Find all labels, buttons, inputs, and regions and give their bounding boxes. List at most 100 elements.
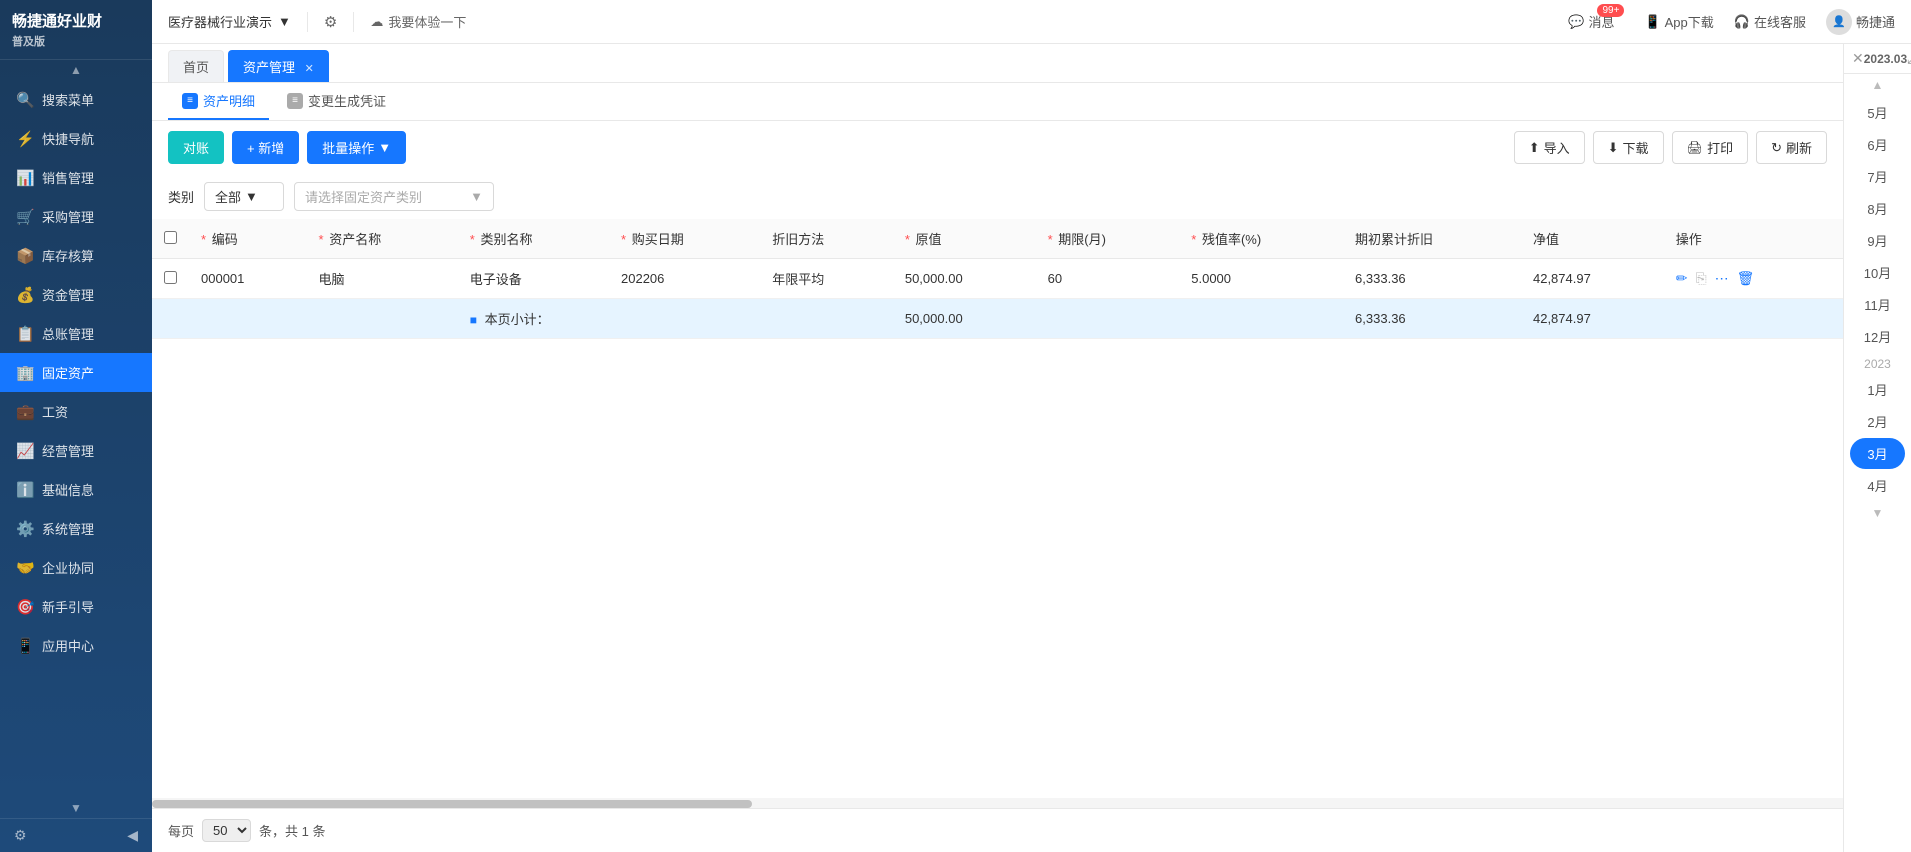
- user-menu[interactable]: 👤 畅捷通: [1826, 9, 1895, 35]
- row-net-value: 42,874.97: [1521, 259, 1664, 299]
- payroll-icon: 💼: [16, 403, 34, 421]
- table-header-row: * 编码 * 资产名称 * 类别名称: [152, 219, 1843, 259]
- calendar-up-arrow[interactable]: ▲: [1872, 74, 1884, 96]
- cal-month-7[interactable]: 7月: [1850, 161, 1905, 192]
- tab-asset-mgmt[interactable]: 资产管理 ✕: [228, 50, 329, 82]
- purchase-icon: 🛒: [16, 208, 34, 226]
- company-selector[interactable]: 医疗器械行业演示 ▼: [168, 12, 291, 31]
- table-wrap: * 编码 * 资产名称 * 类别名称: [152, 219, 1843, 798]
- reconcile-button[interactable]: 对账: [168, 131, 224, 164]
- cal-month-10[interactable]: 10月: [1850, 257, 1905, 288]
- sidebar-item-label: 总账管理: [42, 324, 94, 343]
- app-name: 畅捷通好业财: [12, 10, 140, 31]
- sidebar-item-label: 资金管理: [42, 285, 94, 304]
- content: 首页 资产管理 ✕ ≡ 资产明细 ≡ 变更生成凭证: [152, 44, 1911, 852]
- system-icon: ⚙️: [16, 520, 34, 538]
- sidebar-item-label: 销售管理: [42, 168, 94, 187]
- import-label: 导入: [1544, 138, 1570, 157]
- horizontal-scrollbar[interactable]: [152, 798, 1843, 808]
- sub-tab-asset-detail[interactable]: ≡ 资产明细: [168, 83, 269, 120]
- sidebar-item-capital[interactable]: 💰 资金管理: [0, 275, 152, 314]
- sidebar-item-fixed-assets[interactable]: 🏢 固定资产: [0, 353, 152, 392]
- calendar-down-arrow[interactable]: ▼: [1872, 502, 1884, 524]
- sidebar-item-app-center[interactable]: 📱 应用中心: [0, 626, 152, 665]
- sidebar-item-label: 快捷导航: [42, 129, 94, 148]
- sidebar-item-guide[interactable]: 🎯 新手引导: [0, 587, 152, 626]
- online-service-button[interactable]: 🎧 在线客服: [1734, 12, 1806, 31]
- cal-month-6[interactable]: 6月: [1850, 129, 1905, 160]
- guide-icon: 🎯: [16, 598, 34, 616]
- subtotal-row: ■ 本页小计： 50,000.00 6,333.36 42,874.97: [152, 299, 1843, 339]
- category-filter-select[interactable]: 全部 ▼: [204, 182, 284, 211]
- settings-icon[interactable]: ⚙: [14, 827, 27, 844]
- tab-home-label: 首页: [183, 60, 209, 75]
- experience-button[interactable]: ☁ 我要体验一下: [370, 12, 466, 31]
- sub-tab-change-voucher[interactable]: ≡ 变更生成凭证: [273, 83, 400, 120]
- sidebar-item-purchase[interactable]: 🛒 采购管理: [0, 197, 152, 236]
- app-download-button[interactable]: 📱 App下载: [1644, 12, 1713, 31]
- subtotal-empty7: [1664, 299, 1843, 339]
- row-operations: ✏ ⎘ ⋯ 🗑: [1664, 259, 1843, 299]
- download-button[interactable]: ⬇ 下载: [1593, 131, 1664, 164]
- scrollbar-thumb[interactable]: [152, 800, 752, 808]
- select-all-checkbox[interactable]: [164, 231, 177, 244]
- import-button[interactable]: ⬆ 导入: [1514, 131, 1585, 164]
- copy-icon[interactable]: ⎘: [1695, 270, 1706, 287]
- cal-month-12[interactable]: 12月: [1850, 321, 1905, 352]
- row-checkbox[interactable]: [164, 271, 177, 284]
- per-page-select[interactable]: 50: [202, 819, 251, 842]
- panel-close-icon[interactable]: ✕: [1852, 50, 1864, 67]
- category-type-select[interactable]: 请选择固定资产类别 ▼: [294, 182, 494, 211]
- experience-label: 我要体验一下: [388, 12, 466, 31]
- refresh-icon: ↻: [1771, 140, 1782, 156]
- th-depreciation-method: 折旧方法: [760, 219, 893, 259]
- sidebar-item-system[interactable]: ⚙️ 系统管理: [0, 509, 152, 548]
- sidebar-item-quick-nav[interactable]: ⚡ 快捷导航: [0, 119, 152, 158]
- sidebar-item-payroll[interactable]: 💼 工资: [0, 392, 152, 431]
- row-name: 电脑: [307, 259, 458, 299]
- tab-home[interactable]: 首页: [168, 50, 224, 82]
- message-button[interactable]: 💬 消息 99+: [1568, 12, 1614, 31]
- sidebar-scroll-down[interactable]: ▼: [0, 798, 152, 818]
- sidebar-item-enterprise[interactable]: 🤝 企业协同: [0, 548, 152, 587]
- sidebar-nav: 🔍 搜索菜单 ⚡ 快捷导航 📊 销售管理 🛒 采购管理 📦 库存核算 💰 资金管…: [0, 80, 152, 798]
- refresh-button[interactable]: ↻ 刷新: [1756, 131, 1827, 164]
- cal-month-3[interactable]: 3月: [1850, 438, 1905, 469]
- sidebar-item-basic-info[interactable]: ℹ️ 基础信息: [0, 470, 152, 509]
- tab-asset-mgmt-label: 资产管理: [243, 60, 295, 75]
- print-button[interactable]: 🖨 打印: [1672, 131, 1749, 164]
- sidebar-item-sales[interactable]: 📊 销售管理: [0, 158, 152, 197]
- cal-month-8[interactable]: 8月: [1850, 193, 1905, 224]
- topbar-gear-icon[interactable]: ⚙: [324, 13, 337, 31]
- edit-icon[interactable]: ✏: [1676, 270, 1688, 287]
- page-tabs: 首页 资产管理 ✕: [152, 44, 1843, 83]
- more-icon[interactable]: ⋯: [1715, 270, 1729, 287]
- new-button[interactable]: + 新增: [232, 131, 299, 164]
- toolbar: 对账 + 新增 批量操作 ▼ ⬆ 导入: [152, 121, 1843, 174]
- delete-icon[interactable]: 🗑: [1737, 270, 1755, 287]
- cal-month-5[interactable]: 5月: [1850, 97, 1905, 128]
- download-icon: ⬇: [1608, 140, 1619, 156]
- batch-button[interactable]: 批量操作 ▼: [307, 131, 406, 164]
- sidebar-scroll-up[interactable]: ▲: [0, 60, 152, 80]
- main: 医疗器械行业演示 ▼ ⚙ ☁ 我要体验一下 💬 消息 99+ 📱 App下载 🎧…: [152, 0, 1911, 852]
- subtotal-empty5: [1036, 299, 1180, 339]
- cal-month-4[interactable]: 4月: [1850, 470, 1905, 501]
- reconcile-label: 对账: [183, 138, 209, 157]
- cal-month-11[interactable]: 11月: [1850, 289, 1905, 320]
- basic-info-icon: ℹ️: [16, 481, 34, 499]
- sidebar-item-ledger[interactable]: 📋 总账管理: [0, 314, 152, 353]
- sidebar-item-operations[interactable]: 📈 经营管理: [0, 431, 152, 470]
- experience-icon: ☁: [370, 14, 383, 30]
- sidebar-item-label: 采购管理: [42, 207, 94, 226]
- sidebar-item-label: 新手引导: [42, 597, 94, 616]
- cal-month-1[interactable]: 1月: [1850, 374, 1905, 405]
- sidebar-item-search[interactable]: 🔍 搜索菜单: [0, 80, 152, 119]
- collapse-sidebar-icon[interactable]: ◀: [127, 827, 138, 844]
- new-label: + 新增: [247, 138, 284, 157]
- cal-month-9[interactable]: 9月: [1850, 225, 1905, 256]
- tab-close-icon[interactable]: ✕: [305, 63, 314, 75]
- cal-month-2[interactable]: 2月: [1850, 406, 1905, 437]
- sidebar-item-inventory[interactable]: 📦 库存核算: [0, 236, 152, 275]
- panel-expand-icon[interactable]: ⤢: [1907, 50, 1911, 67]
